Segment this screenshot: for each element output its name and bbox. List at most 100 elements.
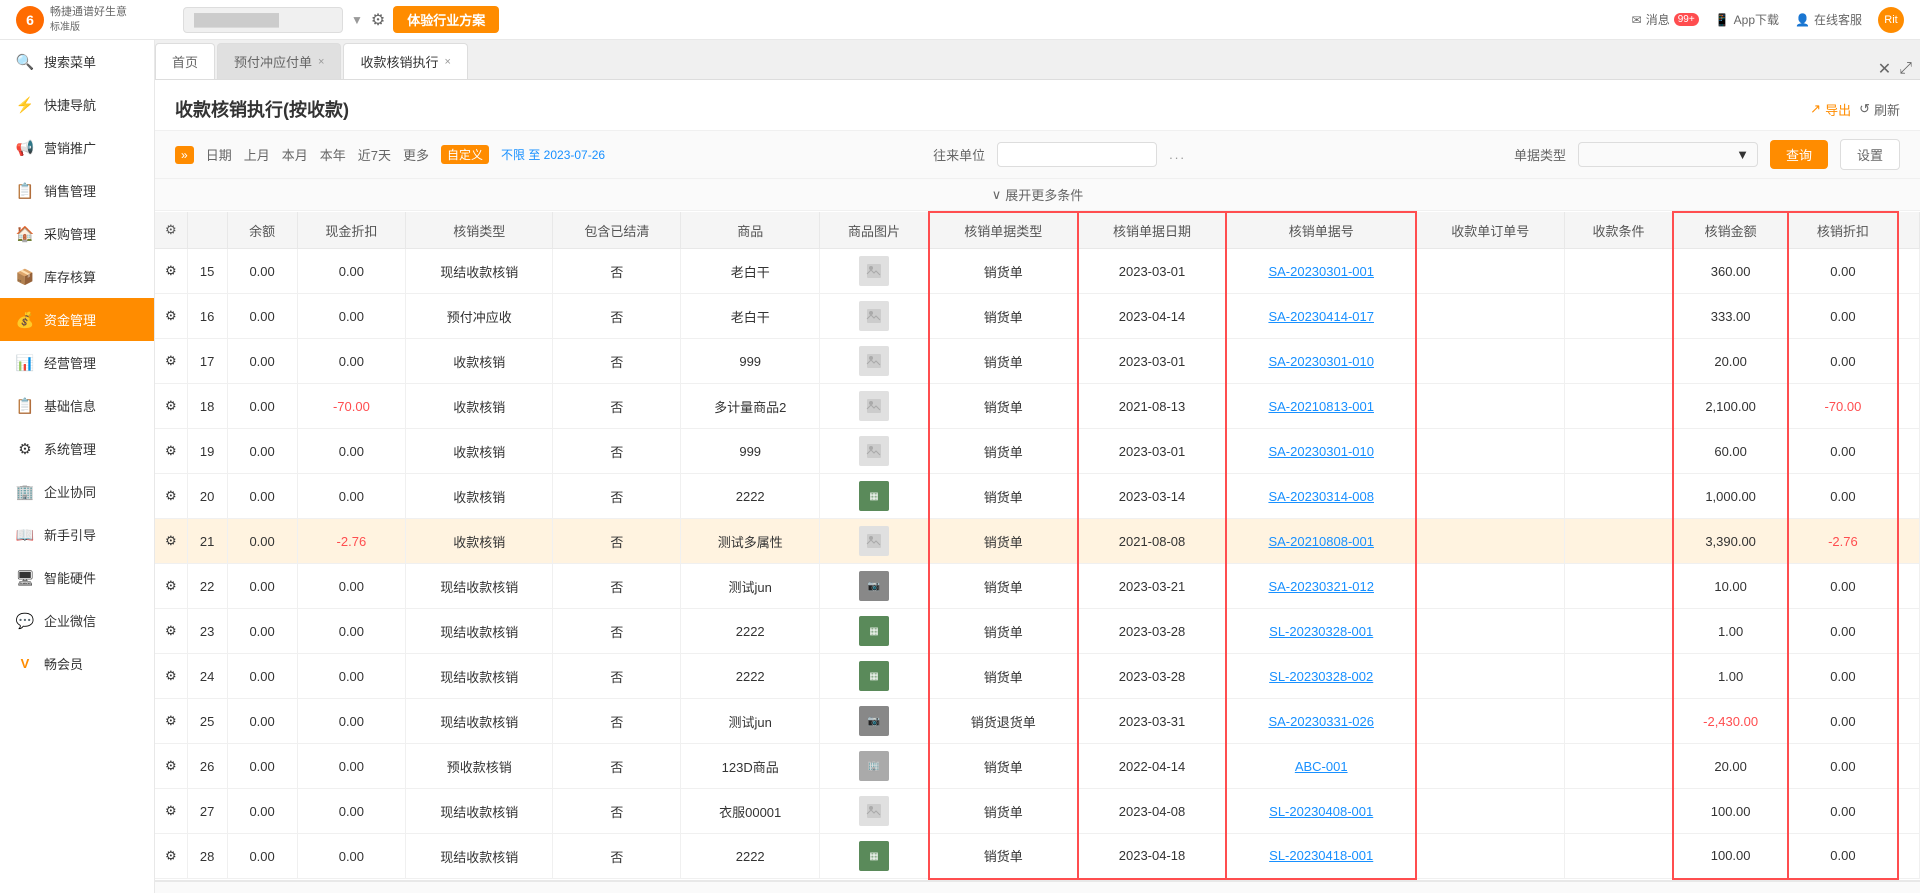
sidebar-item-enterprise[interactable]: 🏢 企业协同 [0, 470, 154, 513]
table-row[interactable]: ⚙ 20 0.00 0.00 收款核销 否 2222 ▦ 销货单 2023-03… [155, 474, 1920, 519]
table-row[interactable]: ⚙ 19 0.00 0.00 收款核销 否 999 销货单 2023-03-01… [155, 429, 1920, 474]
dropdown-arrow-icon[interactable]: ▼ [351, 13, 363, 27]
sidebar-item-search[interactable]: 🔍 搜索菜单 [0, 40, 154, 83]
voucher-type-select[interactable]: ▼ [1578, 142, 1758, 167]
th-gear[interactable]: ⚙ [155, 212, 187, 249]
cell-gear[interactable]: ⚙ [155, 609, 187, 654]
date-more[interactable]: 更多 [403, 145, 429, 164]
sidebar-item-smarthw[interactable]: 🖥 智能硬件 [0, 556, 154, 599]
sidebar-item-marketing[interactable]: 📢 营销推广 [0, 126, 154, 169]
sidebar-item-system[interactable]: ⚙ 系统管理 [0, 427, 154, 470]
cell-gear[interactable]: ⚙ [155, 474, 187, 519]
tab-collection-close[interactable]: × [444, 56, 450, 68]
cell-gear[interactable]: ⚙ [155, 789, 187, 834]
cell-voucher-report-no[interactable]: SA-20210808-001 [1226, 519, 1416, 564]
cell-voucher-report-no[interactable]: SL-20230418-001 [1226, 834, 1416, 879]
table-row[interactable]: ⚙ 23 0.00 0.00 现结收款核销 否 2222 ▦ 销货单 2023-… [155, 609, 1920, 654]
date-7days[interactable]: 近7天 [358, 145, 391, 164]
sidebar-item-inventory[interactable]: 📦 库存核算 [0, 255, 154, 298]
cell-gear[interactable]: ⚙ [155, 564, 187, 609]
partner-input[interactable] [997, 142, 1157, 167]
tab-prepay-close[interactable]: × [318, 56, 324, 68]
table-row[interactable]: ⚙ 24 0.00 0.00 现结收款核销 否 2222 ▦ 销货单 2023-… [155, 654, 1920, 699]
sidebar-item-member[interactable]: V 畅会员 [0, 642, 154, 685]
cell-cash-discount: 0.00 [297, 339, 406, 384]
refresh-button[interactable]: ↺ 刷新 [1859, 100, 1900, 119]
table-row[interactable]: ⚙ 28 0.00 0.00 现结收款核销 否 2222 ▦ 销货单 2023-… [155, 834, 1920, 879]
cell-voucher-report-no[interactable]: ABC-001 [1226, 744, 1416, 789]
expand-more-bar: ∨ 展开更多条件 [155, 179, 1920, 211]
table-row[interactable]: ⚙ 18 0.00 -70.00 收款核销 否 多计量商品2 销货单 2021-… [155, 384, 1920, 429]
cell-gear[interactable]: ⚙ [155, 834, 187, 879]
table-row[interactable]: ⚙ 25 0.00 0.00 现结收款核销 否 测试jun 📷 销货退货单 20… [155, 699, 1920, 744]
tab-close-window-button[interactable]: ✕ [1878, 59, 1891, 79]
cell-writeoff-type: 现结收款核销 [406, 834, 553, 879]
cell-gear[interactable]: ⚙ [155, 249, 187, 294]
date-last-month[interactable]: 上月 [244, 145, 270, 164]
settings-icon[interactable]: ⚙ [371, 10, 385, 30]
filter-collapse-button[interactable]: » [175, 146, 194, 164]
tab-collection-writeoff[interactable]: 收款核销执行 × [343, 43, 467, 79]
table-row[interactable]: ⚙ 27 0.00 0.00 现结收款核销 否 衣服00001 销货单 2023… [155, 789, 1920, 834]
date-this-year[interactable]: 本年 [320, 145, 346, 164]
app-download-button[interactable]: 📱 App下载 [1715, 11, 1779, 28]
cell-voucher-report-type: 销货单 [929, 654, 1078, 699]
sidebar-item-guide[interactable]: 📖 新手引导 [0, 513, 154, 556]
cell-gear[interactable]: ⚙ [155, 384, 187, 429]
cell-voucher-report-no[interactable]: SA-20230301-010 [1226, 339, 1416, 384]
company-selector[interactable]: ██████████ [183, 7, 343, 33]
table-row[interactable]: ⚙ 17 0.00 0.00 收款核销 否 999 销货单 2023-03-01… [155, 339, 1920, 384]
footer-writeoff-amount: 40,556,66... [1660, 890, 1729, 893]
table-row[interactable]: ⚙ 21 0.00 -2.76 收款核销 否 测试多属性 销货单 2021-08… [155, 519, 1920, 564]
sidebar-item-quicknav[interactable]: ⚡ 快捷导航 [0, 83, 154, 126]
cell-gear[interactable]: ⚙ [155, 744, 187, 789]
sidebar-item-purchase[interactable]: 🏠 采购管理 [0, 212, 154, 255]
table-row[interactable]: ⚙ 15 0.00 0.00 现结收款核销 否 老白干 销货单 2023-03-… [155, 249, 1920, 294]
online-service-button[interactable]: 👤 在线客服 [1795, 11, 1862, 28]
table-row[interactable]: ⚙ 22 0.00 0.00 现结收款核销 否 测试jun 📷 销货单 2023… [155, 564, 1920, 609]
cell-voucher-report-no[interactable]: SA-20230414-017 [1226, 294, 1416, 339]
tab-home[interactable]: 首页 [155, 43, 215, 79]
tab-maximize-button[interactable]: ⤢ [1899, 60, 1912, 78]
table-row[interactable]: ⚙ 16 0.00 0.00 预付冲应收 否 老白干 销货单 2023-04-1… [155, 294, 1920, 339]
partner-more-dots[interactable]: ... [1169, 147, 1186, 162]
sidebar-item-wechat[interactable]: 💬 企业微信 [0, 599, 154, 642]
cell-include-settled: 否 [553, 699, 681, 744]
cell-balance: 0.00 [227, 834, 297, 879]
query-button[interactable]: 查询 [1770, 140, 1828, 169]
cell-gear[interactable]: ⚙ [155, 339, 187, 384]
trial-button[interactable]: 体验行业方案 [393, 6, 499, 33]
export-button[interactable]: ↗ 导出 [1810, 100, 1851, 119]
sidebar-item-basic[interactable]: 📋 基础信息 [0, 384, 154, 427]
sidebar-item-business[interactable]: 📊 经营管理 [0, 341, 154, 384]
cell-voucher-report-no[interactable]: SA-20230301-001 [1226, 249, 1416, 294]
cell-product-image [820, 429, 929, 474]
date-this-month[interactable]: 本月 [282, 145, 308, 164]
cell-voucher-report-no[interactable]: SA-20230301-010 [1226, 429, 1416, 474]
cell-voucher-report-no[interactable]: SL-20230328-002 [1226, 654, 1416, 699]
search-icon: 🔍 [16, 53, 34, 71]
date-custom-button[interactable]: 自定义 [441, 145, 489, 164]
sidebar-item-sales[interactable]: 📋 销售管理 [0, 169, 154, 212]
cell-cash-discount: 0.00 [297, 564, 406, 609]
cell-gear[interactable]: ⚙ [155, 294, 187, 339]
sidebar-item-finance[interactable]: 💰 资金管理 [0, 298, 154, 341]
cell-voucher-report-no[interactable]: SA-20210813-001 [1226, 384, 1416, 429]
cell-voucher-report-no[interactable]: SA-20230331-026 [1226, 699, 1416, 744]
th-balance: 余额 [227, 212, 297, 249]
settings-button[interactable]: 设置 [1840, 139, 1900, 170]
table-row[interactable]: ⚙ 26 0.00 0.00 预收款核销 否 123D商品 🏢 销货单 2022… [155, 744, 1920, 789]
cell-voucher-report-no[interactable]: SA-20230314-008 [1226, 474, 1416, 519]
cell-gear[interactable]: ⚙ [155, 519, 187, 564]
cell-gear[interactable]: ⚙ [155, 429, 187, 474]
message-button[interactable]: ✉ 消息 99+ [1632, 11, 1699, 28]
cell-voucher-report-no[interactable]: SL-20230328-001 [1226, 609, 1416, 654]
user-avatar[interactable]: Rit [1878, 7, 1904, 33]
cell-gear[interactable]: ⚙ [155, 654, 187, 699]
logo-text: 畅捷通谱好生意标准版 [50, 5, 127, 34]
tab-prepay[interactable]: 预付冲应付单 × [217, 43, 341, 79]
expand-more-button[interactable]: ∨ 展开更多条件 [992, 185, 1084, 204]
cell-voucher-report-no[interactable]: SA-20230321-012 [1226, 564, 1416, 609]
cell-gear[interactable]: ⚙ [155, 699, 187, 744]
cell-voucher-report-no[interactable]: SL-20230408-001 [1226, 789, 1416, 834]
